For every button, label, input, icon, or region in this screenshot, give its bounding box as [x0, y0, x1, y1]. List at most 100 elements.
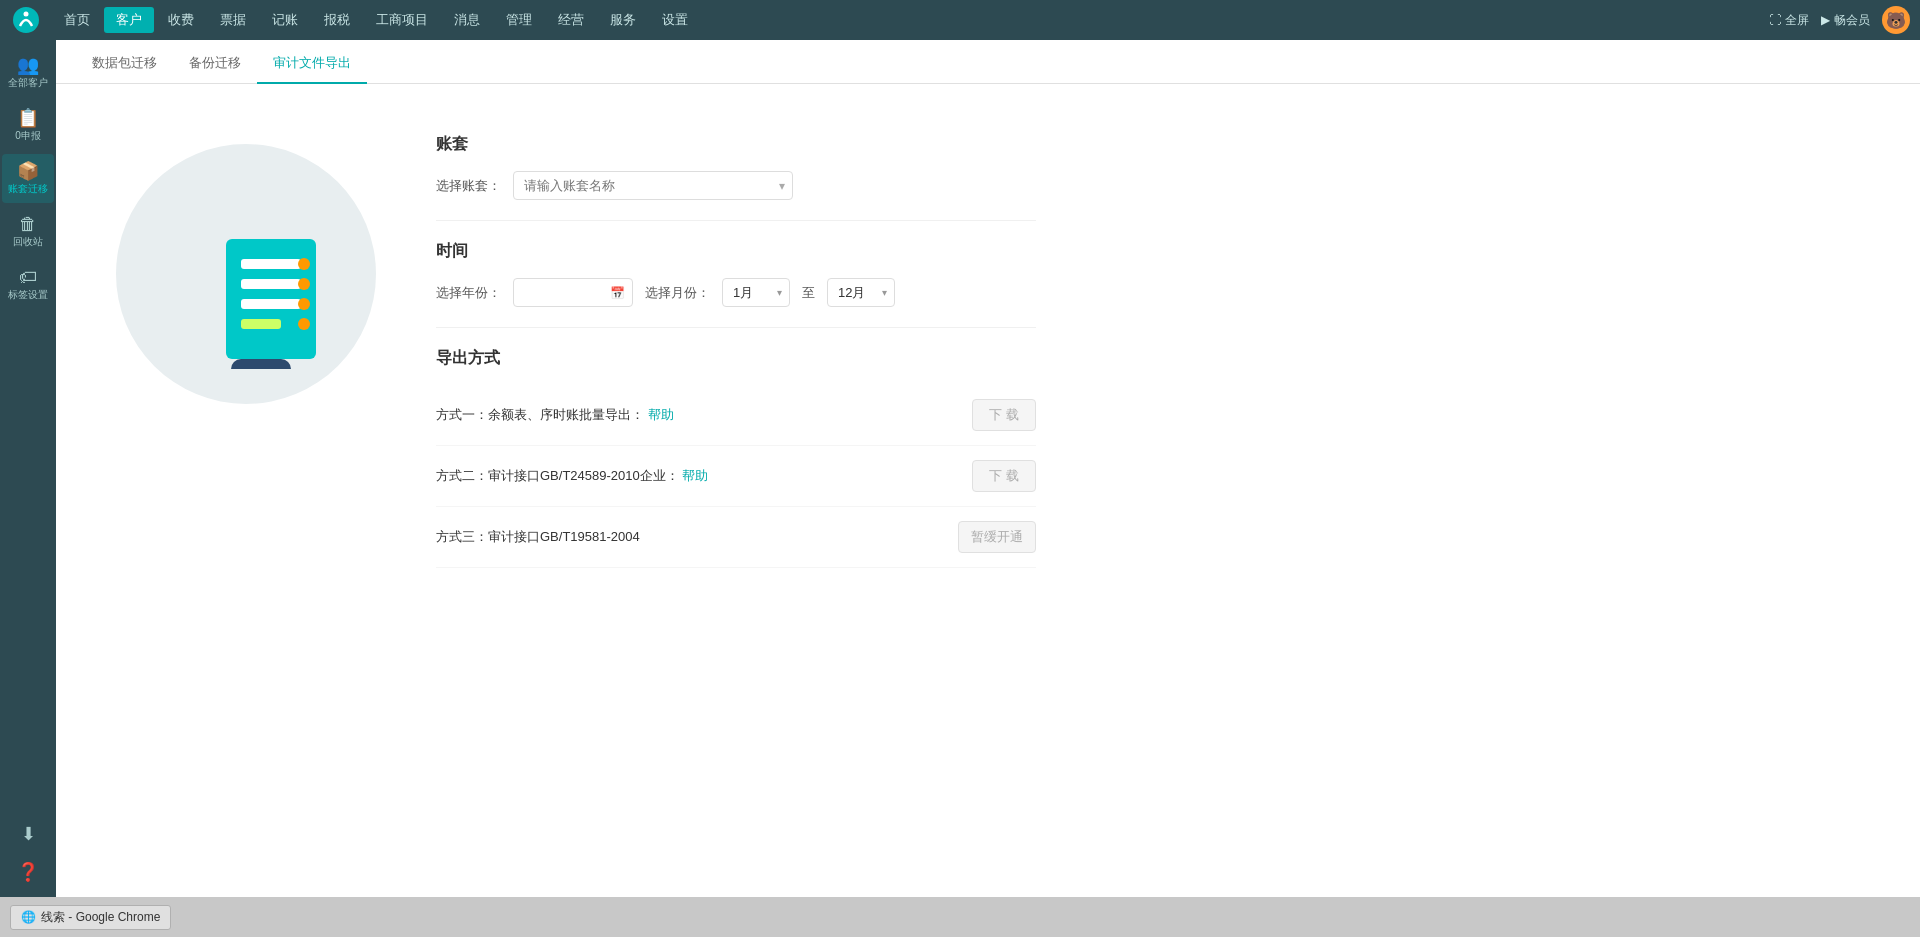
nav-home[interactable]: 首页 [52, 7, 102, 33]
sidebar-item-account-migration[interactable]: 📦 账套迁移 [2, 154, 54, 203]
sidebar-item-tag-settings[interactable]: 🏷 标签设置 [2, 260, 54, 309]
main-layout: 👥 全部客户 📋 0申报 📦 账套迁移 🗑 回收站 🏷 标签设置 ⬇ ❓ [0, 40, 1920, 897]
year-input-wrapper: 2023 📅 [513, 278, 633, 307]
sidebar-item-help[interactable]: ❓ [2, 855, 54, 889]
account-search-input[interactable] [513, 171, 793, 200]
sidebar-label-zero-declare: 0申报 [15, 130, 41, 142]
tab-data-migration[interactable]: 数据包迁移 [76, 44, 173, 84]
fullscreen-icon: ⛶ [1769, 13, 1781, 27]
start-month-wrapper: 1月2月3月4月 5月6月7月8月 9月10月11月12月 ▾ [722, 278, 790, 307]
member-label: 畅会员 [1834, 12, 1870, 29]
sidebar-item-zero-declare[interactable]: 📋 0申报 [2, 101, 54, 150]
svg-point-1 [24, 12, 29, 17]
svg-rect-12 [231, 359, 291, 369]
nav-business[interactable]: 工商项目 [364, 7, 440, 33]
nav-settings[interactable]: 设置 [650, 7, 700, 33]
end-month-select[interactable]: 1月2月3月4月 5月6月7月8月 9月10月11月 12月 [827, 278, 895, 307]
svg-rect-3 [241, 259, 301, 269]
sidebar-label-tag-settings: 标签设置 [8, 289, 48, 301]
tab-bar: 数据包迁移 备份迁移 审计文件导出 [56, 40, 1920, 84]
sidebar-label-account-migration: 账套迁移 [8, 183, 48, 195]
account-select-row: 选择账套： ▾ [436, 171, 1036, 200]
export-method-2-label: 方式二：审计接口GB/T24589-2010企业： 帮助 [436, 467, 972, 485]
page-content: 账套 选择账套： ▾ 时间 选择年份： [56, 84, 1920, 897]
svg-point-10 [298, 318, 310, 330]
account-section: 账套 选择账套： ▾ [436, 134, 1036, 200]
svg-point-9 [298, 298, 310, 310]
all-customers-icon: 👥 [17, 56, 39, 74]
top-nav: 首页 客户 收费 票据 记账 报税 工商项目 消息 管理 经营 服务 设置 ⛶ … [0, 0, 1920, 40]
illustration [116, 144, 376, 404]
nav-messages[interactable]: 消息 [442, 7, 492, 33]
export-method-1-help-link[interactable]: 帮助 [648, 407, 674, 422]
export-section-title: 导出方式 [436, 348, 1036, 369]
account-input-wrapper: ▾ [513, 171, 793, 200]
account-section-title: 账套 [436, 134, 1036, 155]
taskbar: 🌐 线索 - Google Chrome [0, 897, 1920, 937]
year-input[interactable]: 2023 [513, 278, 633, 307]
account-migration-icon: 📦 [17, 162, 39, 180]
help-icon: ❓ [17, 863, 39, 881]
svg-rect-6 [241, 319, 281, 329]
nav-accounting[interactable]: 记账 [260, 7, 310, 33]
export-method-1-row: 方式一：余额表、序时账批量导出： 帮助 下 载 [436, 385, 1036, 446]
year-label: 选择年份： [436, 284, 501, 302]
month-label: 选择月份： [645, 284, 710, 302]
sidebar: 👥 全部客户 📋 0申报 📦 账套迁移 🗑 回收站 🏷 标签设置 ⬇ ❓ [0, 40, 56, 897]
tab-backup-migration[interactable]: 备份迁移 [173, 44, 257, 84]
time-section: 时间 选择年份： 2023 📅 选择月份： 1月2月3月4月 5月6月7月8月 [436, 241, 1036, 307]
sidebar-item-download[interactable]: ⬇ [2, 817, 54, 851]
member-button[interactable]: ▶ 畅会员 [1821, 12, 1870, 29]
nav-tax[interactable]: 报税 [312, 7, 362, 33]
to-text: 至 [802, 284, 815, 302]
sidebar-item-all-customers[interactable]: 👥 全部客户 [2, 48, 54, 97]
zero-declare-icon: 📋 [17, 109, 39, 127]
nav-billing[interactable]: 收费 [156, 7, 206, 33]
nav-customers[interactable]: 客户 [104, 7, 154, 33]
nav-right: ⛶ 全屏 ▶ 畅会员 🐻 [1769, 6, 1910, 34]
tag-settings-icon: 🏷 [19, 268, 37, 286]
export-method-2-help-link[interactable]: 帮助 [682, 468, 708, 483]
svg-rect-4 [241, 279, 301, 289]
nav-manage[interactable]: 管理 [494, 7, 544, 33]
divider-2 [436, 327, 1036, 328]
form-area: 账套 选择账套： ▾ 时间 选择年份： [436, 124, 1036, 588]
sidebar-label-recycle: 回收站 [13, 236, 43, 248]
svg-rect-5 [241, 299, 301, 309]
time-section-title: 时间 [436, 241, 1036, 262]
export-method-1-download-button[interactable]: 下 载 [972, 399, 1036, 431]
taskbar-chrome-label: 线索 - Google Chrome [41, 909, 160, 926]
chrome-icon: 🌐 [21, 910, 36, 924]
svg-point-7 [298, 258, 310, 270]
nav-service[interactable]: 服务 [598, 7, 648, 33]
nav-operations[interactable]: 经营 [546, 7, 596, 33]
export-method-3-row: 方式三：审计接口GB/T19581-2004 暂缓开通 [436, 507, 1036, 568]
export-method-1-label: 方式一：余额表、序时账批量导出： 帮助 [436, 406, 972, 424]
content-area: 数据包迁移 备份迁移 审计文件导出 [56, 40, 1920, 897]
export-method-2-download-button[interactable]: 下 载 [972, 460, 1036, 492]
svg-point-8 [298, 278, 310, 290]
export-method-3-coming-soon-button: 暂缓开通 [958, 521, 1036, 553]
recycle-icon: 🗑 [19, 215, 37, 233]
nav-items: 首页 客户 收费 票据 记账 报税 工商项目 消息 管理 经营 服务 设置 [52, 7, 1769, 33]
download-icon: ⬇ [21, 825, 36, 843]
member-icon: ▶ [1821, 13, 1830, 27]
avatar[interactable]: 🐻 [1882, 6, 1910, 34]
export-method-2-row: 方式二：审计接口GB/T24589-2010企业： 帮助 下 载 [436, 446, 1036, 507]
sidebar-item-recycle[interactable]: 🗑 回收站 [2, 207, 54, 256]
nav-invoice[interactable]: 票据 [208, 7, 258, 33]
end-month-wrapper: 1月2月3月4月 5月6月7月8月 9月10月11月 12月 ▾ [827, 278, 895, 307]
divider-1 [436, 220, 1036, 221]
account-select-label: 选择账套： [436, 177, 501, 195]
taskbar-chrome-item[interactable]: 🌐 线索 - Google Chrome [10, 905, 171, 930]
sidebar-label-all-customers: 全部客户 [8, 77, 48, 89]
app-logo [10, 4, 42, 36]
export-method-3-label: 方式三：审计接口GB/T19581-2004 [436, 528, 958, 546]
sidebar-bottom: ⬇ ❓ [2, 817, 54, 889]
start-month-select[interactable]: 1月2月3月4月 5月6月7月8月 9月10月11月12月 [722, 278, 790, 307]
fullscreen-label: 全屏 [1785, 12, 1809, 29]
fullscreen-button[interactable]: ⛶ 全屏 [1769, 12, 1809, 29]
time-row: 选择年份： 2023 📅 选择月份： 1月2月3月4月 5月6月7月8月 9月1… [436, 278, 1036, 307]
export-section: 导出方式 方式一：余额表、序时账批量导出： 帮助 下 载 方式二：审计接口GB/… [436, 348, 1036, 568]
tab-audit-export[interactable]: 审计文件导出 [257, 44, 367, 84]
